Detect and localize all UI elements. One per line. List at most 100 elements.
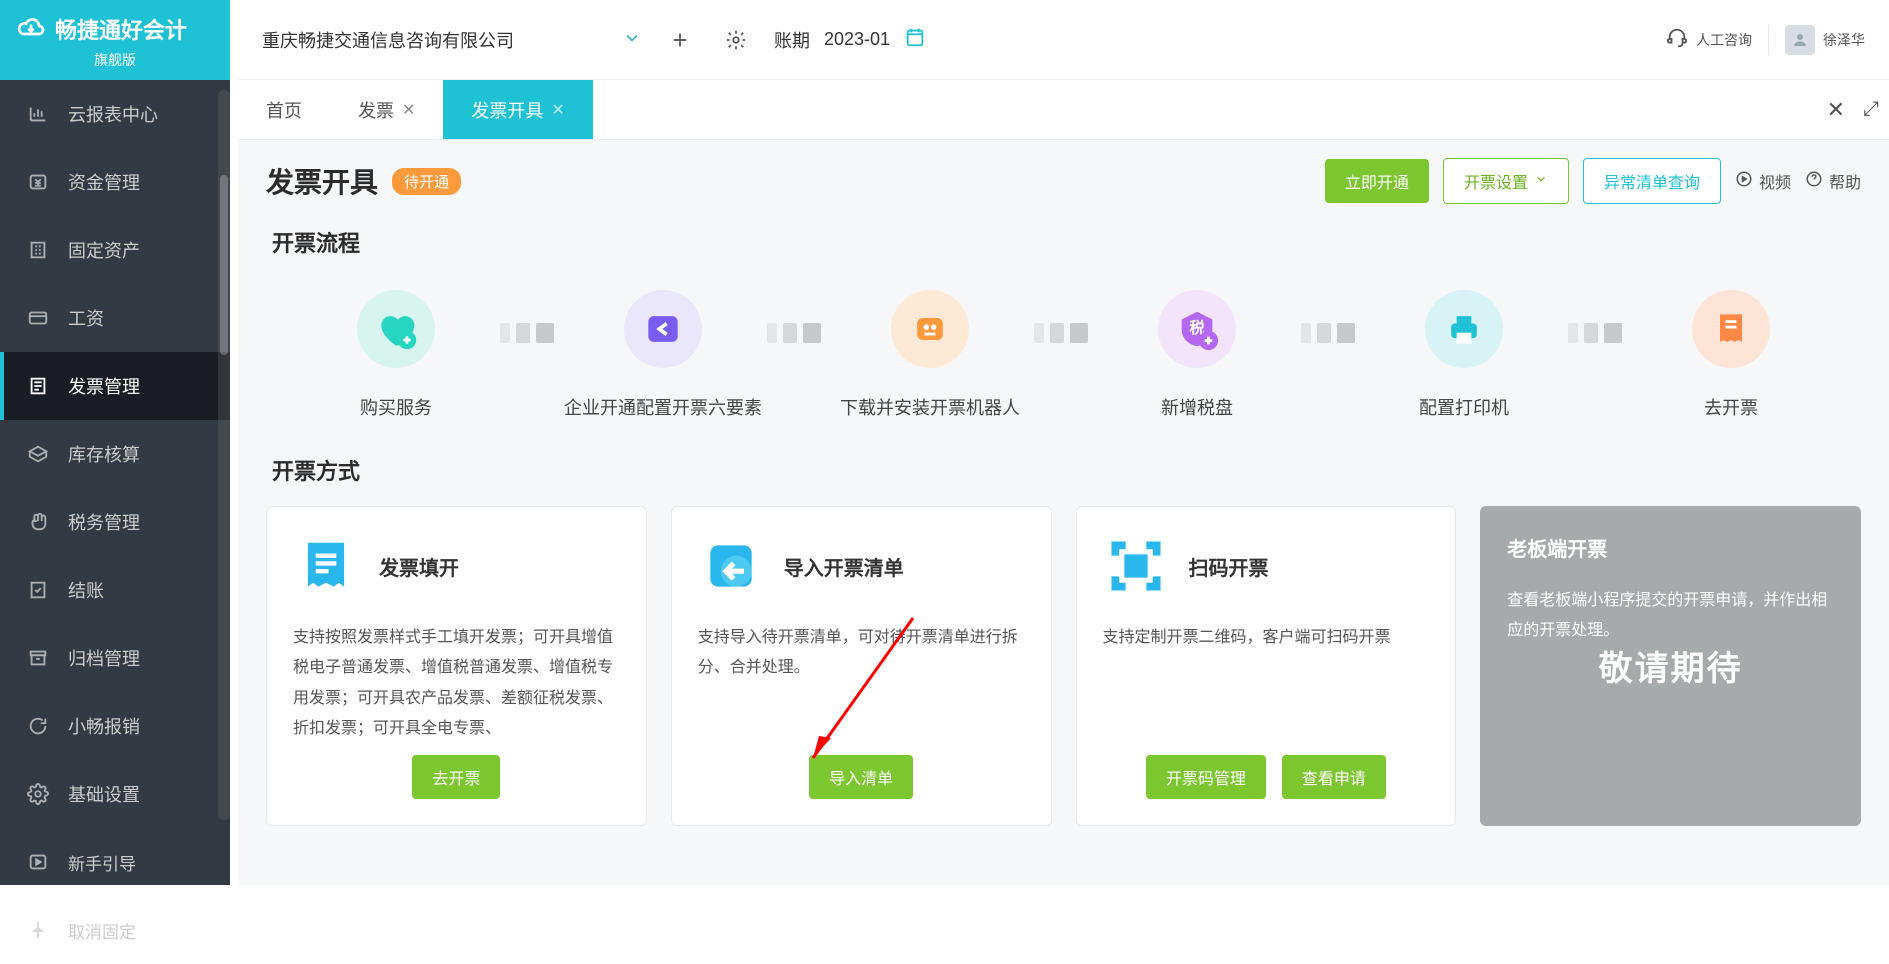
tab-invoice-issue[interactable]: 发票开具 ✕ — [443, 80, 592, 139]
period-value: 2023-01 — [824, 29, 890, 50]
nav-fund[interactable]: 资金管理 — [0, 148, 230, 216]
card-title: 导入开票清单 — [784, 552, 904, 581]
process-step-6[interactable]: 去开票 — [1631, 290, 1831, 420]
help-link[interactable]: 帮助 — [1805, 169, 1861, 193]
nav-fixed-asset[interactable]: 固定资产 — [0, 216, 230, 284]
nav-label: 税务管理 — [68, 509, 140, 535]
close-icon[interactable]: ✕ — [402, 100, 415, 120]
app-name: 畅捷通好会计 — [55, 13, 187, 45]
invoice-settings-button[interactable]: 开票设置 — [1443, 158, 1569, 204]
archive-icon — [26, 646, 50, 670]
tab-home[interactable]: 首页 — [238, 80, 330, 139]
process-step-2[interactable]: 企业开通配置开票六要素 — [563, 290, 763, 420]
coming-soon-overlay: 敬请期待 — [1481, 507, 1860, 825]
config-icon — [624, 290, 702, 368]
chart-icon — [26, 102, 50, 126]
link-label: 帮助 — [1829, 169, 1861, 193]
process-step-4[interactable]: 税 新增税盘 — [1097, 290, 1297, 420]
check-doc-icon — [26, 578, 50, 602]
nav-invoice[interactable]: 发票管理 — [0, 352, 230, 420]
tab-label: 首页 — [266, 97, 302, 123]
page-header: 发票开具 待开通 立即开通 开票设置 异常清单查询 视频 帮助 — [266, 158, 1861, 204]
gear-icon — [26, 782, 50, 806]
arrow-icon — [1301, 318, 1361, 348]
nav-tax[interactable]: 税务管理 — [0, 488, 230, 556]
play-circle-icon — [1735, 170, 1753, 193]
company-name: 重庆畅捷交通信息咨询有限公司 — [262, 27, 514, 53]
nav-cloud-report[interactable]: 云报表中心 — [0, 80, 230, 148]
video-link[interactable]: 视频 — [1735, 169, 1791, 193]
nav-label: 固定资产 — [68, 237, 140, 263]
logo: 畅捷通好会计 旗舰版 — [0, 0, 230, 80]
import-list-button[interactable]: 导入清单 — [809, 755, 913, 799]
user-menu[interactable]: 徐泽华 — [1785, 25, 1865, 55]
heart-icon — [357, 290, 435, 368]
period-selector[interactable]: 账期 2023-01 — [774, 26, 926, 53]
status-badge: 待开通 — [392, 168, 461, 195]
header: 重庆畅捷交通信息咨询有限公司 账期 2023-01 人工咨询 徐泽华 — [238, 0, 1889, 80]
cloud-icon — [15, 10, 47, 48]
hand-icon — [26, 510, 50, 534]
method-cards: 发票填开 支持按照发票样式手工填开发票；可开具增值税电子普通发票、增值税普通发票… — [266, 506, 1861, 826]
nav-label: 云报表中心 — [68, 101, 158, 127]
nav-archive[interactable]: 归档管理 — [0, 624, 230, 692]
add-button[interactable] — [662, 22, 698, 58]
nav-guide[interactable]: 新手引导 — [0, 828, 230, 896]
receipt-icon — [1692, 290, 1770, 368]
methods-title: 开票方式 — [272, 454, 1861, 486]
process-step-1[interactable]: 购买服务 — [296, 290, 496, 420]
sidebar: 畅捷通好会计 旗舰版 云报表中心 资金管理 固定资产 工资 发票管理 库存核算 — [0, 0, 230, 885]
money-icon — [26, 170, 50, 194]
step-label: 配置打印机 — [1419, 394, 1509, 420]
support-link[interactable]: 人工咨询 — [1666, 27, 1752, 52]
pin-icon — [26, 918, 50, 942]
chevron-down-icon — [622, 28, 642, 51]
go-invoice-button[interactable]: 去开票 — [412, 755, 500, 799]
settings-button[interactable] — [718, 22, 754, 58]
view-apply-button[interactable]: 查看申请 — [1282, 755, 1386, 799]
open-now-button[interactable]: 立即开通 — [1325, 159, 1429, 203]
step-label: 购买服务 — [360, 394, 432, 420]
card-import-list: 导入开票清单 支持导入待开票清单，可对待开票清单进行拆分、合并处理。 导入清单 — [671, 506, 1052, 826]
box-icon — [26, 442, 50, 466]
sidebar-scrollbar[interactable] — [218, 90, 230, 820]
import-icon — [698, 533, 764, 599]
step-label: 下载并安装开票机器人 — [840, 394, 1020, 420]
card-fill-invoice: 发票填开 支持按照发票样式手工填开发票；可开具增值税电子普通发票、增值税普通发票… — [266, 506, 647, 826]
nav-settings[interactable]: 基础设置 — [0, 760, 230, 828]
receipt-fill-icon — [293, 533, 359, 599]
nav-label: 归档管理 — [68, 645, 140, 671]
building-icon — [26, 238, 50, 262]
nav-label: 发票管理 — [68, 373, 140, 399]
nav-unpin[interactable]: 取消固定 — [0, 896, 230, 964]
invoice-icon — [26, 374, 50, 398]
tab-invoice[interactable]: 发票 ✕ — [330, 80, 443, 139]
close-icon[interactable]: ✕ — [551, 100, 564, 120]
btn-label: 开票设置 — [1464, 169, 1528, 193]
nav-salary[interactable]: 工资 — [0, 284, 230, 352]
nav-settle[interactable]: 结账 — [0, 556, 230, 624]
process-step-5[interactable]: 配置打印机 — [1364, 290, 1564, 420]
close-all-icon[interactable]: ✕ — [1827, 97, 1845, 123]
nav-label: 取消固定 — [68, 918, 136, 943]
nav-stock[interactable]: 库存核算 — [0, 420, 230, 488]
nav-label: 小畅报销 — [68, 713, 140, 739]
abnormal-list-button[interactable]: 异常清单查询 — [1583, 158, 1721, 204]
tax-disk-icon: 税 — [1158, 290, 1236, 368]
step-label: 新增税盘 — [1161, 394, 1233, 420]
process-title: 开票流程 — [272, 226, 1861, 258]
expand-icon[interactable]: ⤢ — [1863, 98, 1879, 121]
link-label: 视频 — [1759, 169, 1791, 193]
company-selector[interactable]: 重庆畅捷交通信息咨询有限公司 — [262, 27, 642, 53]
chevron-down-icon — [1534, 172, 1548, 191]
nav-label: 库存核算 — [68, 441, 140, 467]
qr-manage-button[interactable]: 开票码管理 — [1146, 755, 1266, 799]
process-step-3[interactable]: 下载并安装开票机器人 — [830, 290, 1030, 420]
user-name: 徐泽华 — [1823, 30, 1865, 50]
nav-reimburse[interactable]: 小畅报销 — [0, 692, 230, 760]
arrow-icon — [1568, 318, 1628, 348]
avatar-icon — [1785, 25, 1815, 55]
step-label: 去开票 — [1704, 394, 1758, 420]
scrollbar-thumb[interactable] — [220, 175, 228, 355]
calendar-icon — [904, 26, 926, 53]
